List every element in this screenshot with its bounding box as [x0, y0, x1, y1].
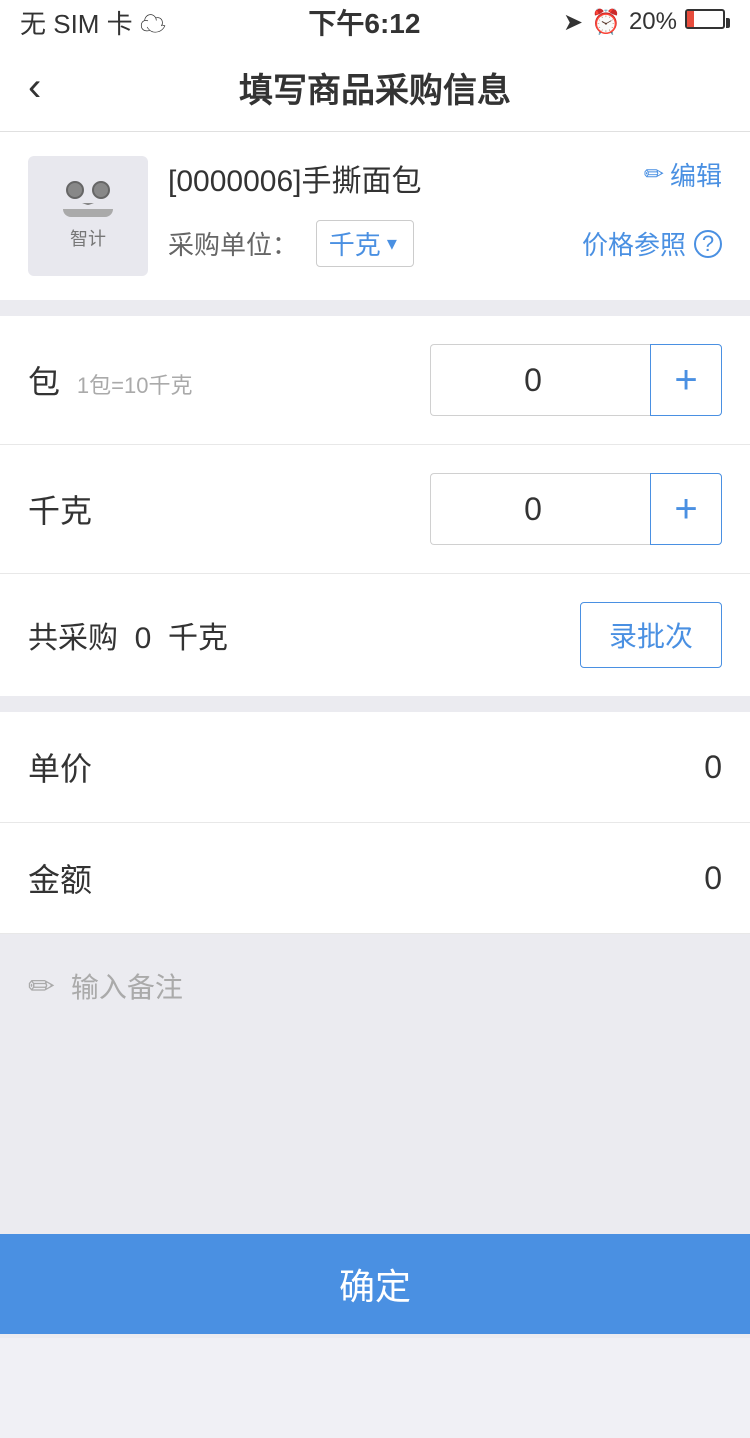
bao-label: 包 1包=10千克 — [28, 357, 430, 403]
amount-label: 金额 — [28, 855, 92, 901]
qianke-label: 千克 — [28, 486, 430, 532]
sim-status: 无 SIM 卡 ☁ — [20, 4, 166, 41]
price-row: 单价 0 — [0, 712, 750, 823]
dropdown-arrow-icon: ▾ — [387, 231, 397, 256]
alarm-icon: ⏰ — [591, 8, 621, 37]
bao-plus-button[interactable]: + — [650, 344, 722, 416]
section-divider-1 — [0, 300, 750, 316]
product-card: 智计 [0000006]手撕面包 ✏ 编辑 采购单位： 千克 ▾ — [0, 132, 750, 300]
page-title: 填写商品采购信息 — [239, 63, 511, 112]
total-text: 共采购 0 千克 — [28, 613, 228, 657]
remark-placeholder: 输入备注 — [71, 966, 183, 1006]
batch-button[interactable]: 录批次 — [580, 602, 722, 668]
data-section: 单价 0 金额 0 — [0, 712, 750, 934]
qianke-input-row: 千克 + — [0, 445, 750, 574]
amount-row: 金额 0 — [0, 823, 750, 934]
unit-row: 采购单位： 千克 ▾ 价格参照 ? — [168, 220, 722, 267]
edit-icon: ✏ — [644, 160, 664, 189]
bao-number-box: + — [430, 344, 722, 416]
price-label: 单价 — [28, 744, 92, 790]
edit-button[interactable]: ✏ 编辑 — [644, 156, 722, 193]
total-row: 共采购 0 千克 录批次 — [0, 574, 750, 696]
qianke-plus-button[interactable]: + — [650, 473, 722, 545]
status-left: 无 SIM 卡 ☁ — [20, 4, 166, 41]
battery-icon — [685, 8, 730, 36]
product-header: [0000006]手撕面包 ✏ 编辑 — [168, 156, 722, 200]
qianke-number-box: + — [430, 473, 722, 545]
section-divider-2 — [0, 696, 750, 712]
back-button[interactable]: ‹ — [28, 65, 41, 110]
status-right: ➤ ⏰ 20% — [563, 8, 730, 37]
remark-section[interactable]: ✏ 输入备注 — [0, 934, 750, 1038]
unit-selector: 采购单位： 千克 ▾ — [168, 220, 414, 267]
price-value: 0 — [704, 749, 722, 786]
amount-value: 0 — [704, 860, 722, 897]
nav-bar: ‹ 填写商品采购信息 — [0, 44, 750, 132]
price-ref-button[interactable]: 价格参照 ? — [582, 225, 722, 262]
status-time: 下午6:12 — [308, 2, 420, 42]
status-bar: 无 SIM 卡 ☁ 下午6:12 ➤ ⏰ 20% — [0, 0, 750, 44]
qianke-input[interactable] — [430, 473, 650, 545]
confirm-button[interactable]: 确定 — [0, 1234, 750, 1334]
location-icon: ➤ — [563, 8, 583, 37]
bao-input[interactable] — [430, 344, 650, 416]
battery-percent: 20% — [629, 8, 677, 36]
unit-dropdown[interactable]: 千克 ▾ — [316, 220, 414, 267]
bao-input-row: 包 1包=10千克 + — [0, 316, 750, 445]
unit-label: 采购单位： — [168, 230, 298, 260]
product-logo: 智计 — [53, 181, 123, 251]
input-section: 包 1包=10千克 + 千克 + 共采购 0 千克 录批次 — [0, 316, 750, 696]
pencil-icon: ✏ — [28, 967, 55, 1005]
question-icon: ? — [694, 230, 722, 258]
product-info: [0000006]手撕面包 ✏ 编辑 采购单位： 千克 ▾ 价格参照 ? — [168, 156, 722, 267]
bao-sublabel: 1包=10千克 — [77, 373, 193, 398]
product-image: 智计 — [28, 156, 148, 276]
product-name: [0000006]手撕面包 — [168, 156, 421, 200]
